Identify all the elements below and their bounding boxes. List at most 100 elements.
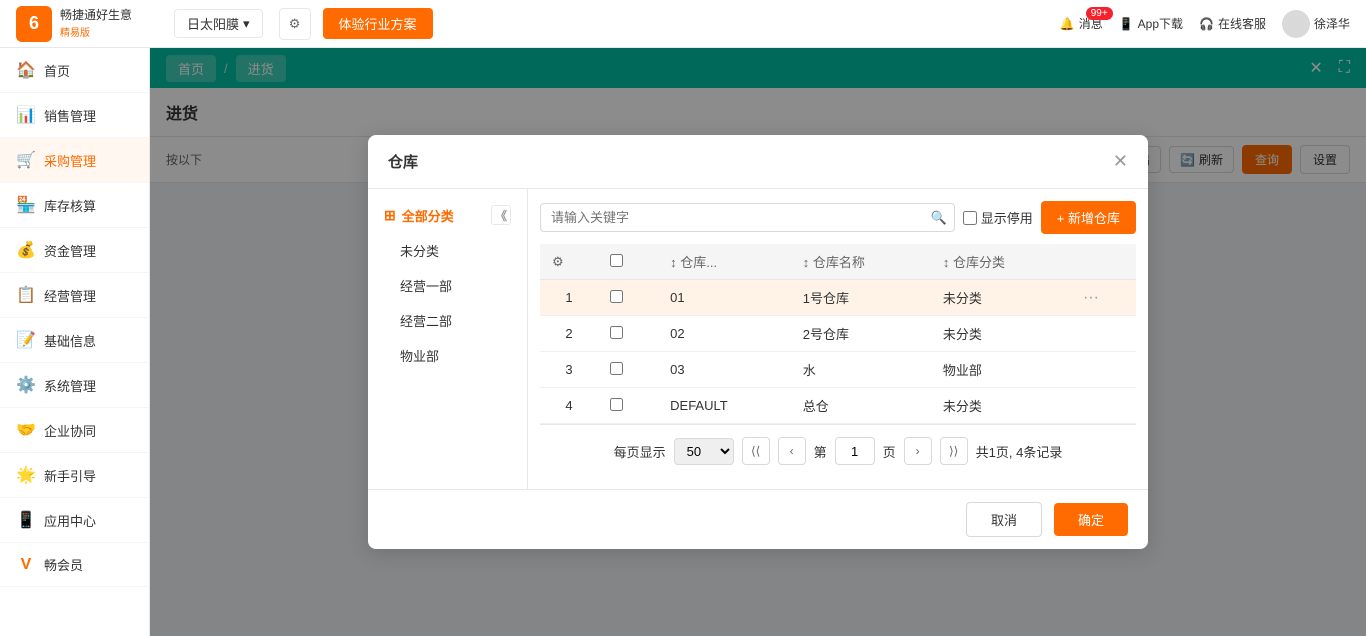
table-row[interactable]: 1 01 1号仓库 未分类 ··· (540, 280, 1136, 316)
more-btn[interactable]: ··· (1083, 289, 1099, 306)
category-panel: ⊞ 全部分类 《 未分类 经营一部 经营二部 (368, 189, 528, 489)
notifications-badge: 99+ (1086, 7, 1113, 20)
notifications-btn[interactable]: 🔔 消息 99+ (1060, 15, 1103, 32)
search-input[interactable] (540, 203, 955, 232)
header-right: 🔔 消息 99+ 📱 App下载 🎧 在线客服 徐泽华 (1060, 10, 1350, 38)
show-disabled-label: 显示停用 (963, 208, 1033, 227)
sidebar-item-home[interactable]: 🏠 首页 (0, 48, 149, 93)
warehouse-name: 1号仓库 (791, 280, 931, 316)
row-checkbox[interactable] (610, 398, 623, 411)
table-row[interactable]: 3 03 水 物业部 (540, 352, 1136, 388)
modal-overlay: 仓库 ✕ ⊞ 全部分类 《 未分类 (150, 48, 1366, 636)
system-icon: ⚙️ (16, 375, 36, 395)
sidebar-item-system[interactable]: ⚙️ 系统管理 (0, 363, 149, 408)
enterprise-icon: 🤝 (16, 420, 36, 440)
top-header: 6 畅捷通好生意 精易版 日太阳膜 ▾ ⚙ 体验行业方案 🔔 消息 99+ 📱 … (0, 0, 1366, 48)
phone-icon: 📱 (1119, 17, 1134, 31)
customer-service-btn[interactable]: 🎧 在线客服 (1199, 15, 1266, 32)
collapse-panel-btn[interactable]: 《 (491, 205, 511, 225)
row-checkbox-cell (598, 280, 658, 316)
row-checkbox-cell (598, 388, 658, 424)
sidebar-item-sales[interactable]: 📊 销售管理 (0, 93, 149, 138)
code-column-header: ↕ 仓库... (658, 244, 791, 280)
home-icon: 🏠 (16, 60, 36, 80)
add-warehouse-button[interactable]: + 新增仓库 (1041, 201, 1136, 234)
sidebar-item-vip[interactable]: V 畅会员 (0, 543, 149, 587)
row-checkbox[interactable] (610, 290, 623, 303)
last-page-btn[interactable]: ⟩⟩ (940, 437, 968, 465)
bell-icon: 🔔 (1060, 17, 1075, 31)
category-item-unclassified[interactable]: 未分类 (368, 233, 527, 268)
per-page-select[interactable]: 50 20 100 (674, 438, 734, 465)
row-checkbox[interactable] (610, 326, 623, 339)
logo-area: 6 畅捷通好生意 精易版 (16, 6, 166, 42)
row-num: 3 (540, 352, 598, 388)
table-row[interactable]: 4 DEFAULT 总仓 未分类 (540, 388, 1136, 424)
table-container: ⚙ ↕ 仓库... (540, 244, 1136, 424)
table-body: 1 01 1号仓库 未分类 ··· (540, 280, 1136, 424)
select-all-checkbox[interactable] (610, 254, 623, 267)
apps-icon: 📱 (16, 510, 36, 530)
warehouse-category: 未分类 (931, 316, 1071, 352)
first-page-btn[interactable]: ⟨⟨ (742, 437, 770, 465)
warehouse-name: 2号仓库 (791, 316, 931, 352)
warehouse-code: 03 (658, 352, 791, 388)
inventory-icon: 🏪 (16, 195, 36, 215)
page-number-input[interactable] (835, 437, 875, 465)
row-checkbox-cell (598, 316, 658, 352)
guide-icon: 🌟 (16, 465, 36, 485)
category-all[interactable]: ⊞ 全部分类 《 (368, 197, 527, 233)
row-checkbox[interactable] (610, 362, 623, 375)
company-name-text: 畅捷通好生意 (60, 8, 132, 24)
sidebar-item-basics[interactable]: 📝 基础信息 (0, 318, 149, 363)
warehouse-table: ⚙ ↕ 仓库... (540, 244, 1136, 424)
row-num: 4 (540, 388, 598, 424)
modal-title: 仓库 (388, 151, 418, 172)
table-header-row: ⚙ ↕ 仓库... (540, 244, 1136, 280)
finance-icon: 💰 (16, 240, 36, 260)
sidebar-item-management[interactable]: 📋 经营管理 (0, 273, 149, 318)
warehouse-name: 总仓 (791, 388, 931, 424)
row-actions (1071, 352, 1136, 388)
category-item-property[interactable]: 物业部 (368, 338, 527, 373)
app-download-btn[interactable]: 📱 App下载 (1119, 15, 1183, 32)
table-row[interactable]: 2 02 2号仓库 未分类 (540, 316, 1136, 352)
avatar (1282, 10, 1310, 38)
sales-icon: 📊 (16, 105, 36, 125)
sidebar-item-enterprise[interactable]: 🤝 企业协同 (0, 408, 149, 453)
show-disabled-checkbox[interactable] (963, 211, 977, 225)
category-item-dept1[interactable]: 经营一部 (368, 268, 527, 303)
modal-footer: 取消 确定 (368, 489, 1148, 549)
prev-page-btn[interactable]: ‹ (778, 437, 806, 465)
main-content: 首页 / 进货 ✕ ⛶ 进货 按以下 🖨 印 📤 导出 🔄 刷新 (150, 48, 1366, 636)
sidebar-item-finance[interactable]: 💰 资金管理 (0, 228, 149, 273)
sidebar-item-apps[interactable]: 📱 应用中心 (0, 498, 149, 543)
warehouse-category: 未分类 (931, 388, 1071, 424)
sidebar-item-inventory[interactable]: 🏪 库存核算 (0, 183, 149, 228)
user-menu-btn[interactable]: 徐泽华 (1282, 10, 1350, 38)
table-toolbar: 🔍 显示停用 + 新增仓库 (540, 201, 1136, 234)
company-selector[interactable]: 日太阳膜 ▾ (174, 9, 263, 38)
headset-icon: 🎧 (1199, 17, 1214, 31)
modal-close-button[interactable]: ✕ (1113, 151, 1128, 172)
management-icon: 📋 (16, 285, 36, 305)
trial-button[interactable]: 体验行业方案 (323, 8, 433, 39)
modal-body: ⊞ 全部分类 《 未分类 经营一部 经营二部 (368, 189, 1148, 489)
warehouse-code: 02 (658, 316, 791, 352)
actions-column-header (1071, 244, 1136, 280)
warehouse-modal: 仓库 ✕ ⊞ 全部分类 《 未分类 (368, 135, 1148, 549)
sidebar-item-guide[interactable]: 🌟 新手引导 (0, 453, 149, 498)
confirm-button[interactable]: 确定 (1054, 503, 1128, 536)
total-info: 共1页, 4条记录 (976, 442, 1063, 461)
sidebar: 🏠 首页 📊 销售管理 🛒 采购管理 🏪 库存核算 💰 资金管理 📋 经营管理 … (0, 48, 150, 636)
row-num: 1 (540, 280, 598, 316)
sidebar-item-purchase[interactable]: 🛒 采购管理 (0, 138, 149, 183)
app-logo: 6 (16, 6, 52, 42)
next-page-btn[interactable]: › (904, 437, 932, 465)
cancel-button[interactable]: 取消 (966, 502, 1042, 537)
edition-badge: 精易版 (60, 24, 132, 39)
pagination: 每页显示 50 20 100 ⟨⟨ ‹ 第 页 › (540, 424, 1136, 477)
vip-icon: V (16, 556, 36, 574)
category-item-dept2[interactable]: 经营二部 (368, 303, 527, 338)
settings-icon-btn[interactable]: ⚙ (279, 8, 311, 40)
